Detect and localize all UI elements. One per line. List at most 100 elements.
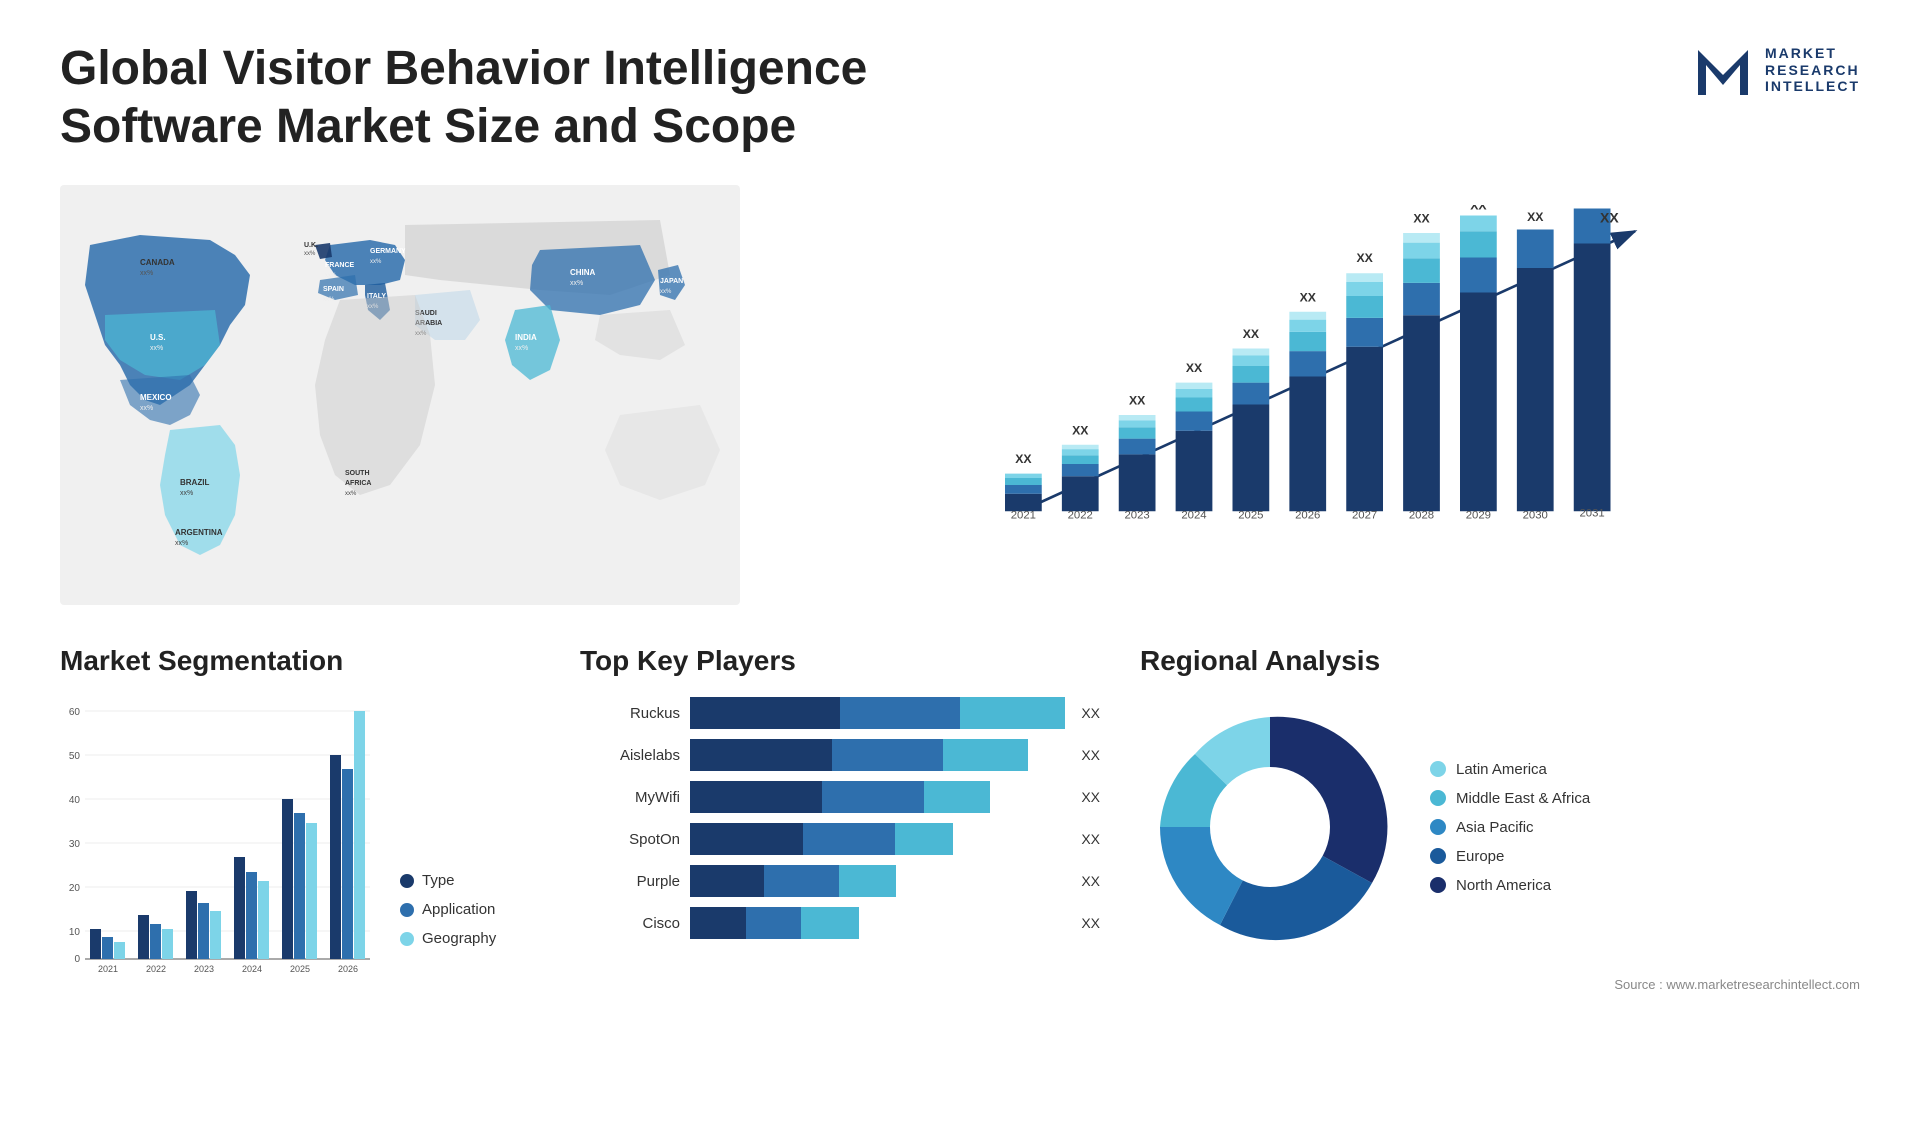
svg-text:XX: XX bbox=[1527, 210, 1544, 224]
player-row: Ruckus XX bbox=[580, 697, 1100, 729]
svg-text:2021: 2021 bbox=[1011, 509, 1036, 521]
source-text: Source : www.marketresearchintellect.com bbox=[1140, 977, 1860, 992]
reg-legend-europe: Europe bbox=[1430, 848, 1590, 865]
player-name: Aislelabs bbox=[580, 747, 680, 764]
svg-text:JAPAN: JAPAN bbox=[660, 278, 683, 285]
reg-legend-mea: Middle East & Africa bbox=[1430, 790, 1590, 807]
svg-text:xx%: xx% bbox=[180, 490, 193, 497]
player-row: Aislelabs XX bbox=[580, 739, 1100, 771]
player-name: Ruckus bbox=[580, 705, 680, 722]
svg-text:2023: 2023 bbox=[1124, 509, 1149, 521]
segmentation-chart: 60 50 40 30 20 10 0 bbox=[60, 697, 380, 977]
reg-label-europe: Europe bbox=[1456, 848, 1504, 865]
reg-dot-mea bbox=[1430, 790, 1446, 806]
svg-text:2029: 2029 bbox=[1466, 509, 1491, 521]
svg-text:60: 60 bbox=[69, 707, 81, 718]
svg-text:XX: XX bbox=[1356, 251, 1373, 265]
reg-dot-latin bbox=[1430, 761, 1446, 777]
reg-dot-europe bbox=[1430, 848, 1446, 864]
svg-text:2024: 2024 bbox=[242, 964, 262, 974]
player-val: XX bbox=[1081, 705, 1100, 721]
player-row: MyWifi XX bbox=[580, 781, 1100, 813]
player-bar-wrap bbox=[690, 865, 1065, 897]
svg-text:FRANCE: FRANCE bbox=[325, 262, 354, 269]
reg-legend-latin: Latin America bbox=[1430, 761, 1590, 778]
svg-text:2026: 2026 bbox=[1295, 509, 1320, 521]
svg-text:U.S.: U.S. bbox=[150, 333, 166, 342]
players-list: Ruckus XX Aislelabs bbox=[580, 697, 1100, 939]
player-bar-wrap bbox=[690, 823, 1065, 855]
segmentation-container: Market Segmentation 60 50 40 30 20 10 0 bbox=[60, 645, 540, 992]
reg-label-na: North America bbox=[1456, 877, 1551, 894]
svg-text:2026: 2026 bbox=[338, 964, 358, 974]
legend-label-type: Type bbox=[422, 872, 455, 889]
player-name: MyWifi bbox=[580, 789, 680, 806]
legend-type: Type bbox=[400, 872, 496, 889]
svg-text:XX: XX bbox=[1243, 327, 1260, 341]
map-container: CANADA xx% U.S. xx% MEXICO xx% BRAZIL xx… bbox=[60, 185, 740, 605]
player-row: SpotOn XX bbox=[580, 823, 1100, 855]
player-name: SpotOn bbox=[580, 831, 680, 848]
bar-chart-container: XX 2021 XX 2022 XX 2023 bbox=[780, 185, 1860, 605]
svg-text:50: 50 bbox=[69, 751, 81, 762]
svg-text:CANADA: CANADA bbox=[140, 258, 175, 267]
svg-text:2022: 2022 bbox=[146, 964, 166, 974]
player-row: Purple XX bbox=[580, 865, 1100, 897]
world-map: CANADA xx% U.S. xx% MEXICO xx% BRAZIL xx… bbox=[60, 185, 740, 605]
svg-text:20: 20 bbox=[69, 883, 81, 894]
logo-area: MARKET RESEARCH INTELLECT bbox=[1693, 40, 1860, 100]
svg-text:AFRICA: AFRICA bbox=[345, 480, 371, 487]
svg-text:xx%: xx% bbox=[660, 289, 672, 295]
svg-text:2027: 2027 bbox=[1352, 509, 1377, 521]
player-bar-wrap bbox=[690, 697, 1065, 729]
svg-text:2022: 2022 bbox=[1068, 509, 1093, 521]
svg-text:xx%: xx% bbox=[515, 345, 528, 352]
svg-text:SPAIN: SPAIN bbox=[323, 286, 344, 293]
svg-text:MEXICO: MEXICO bbox=[140, 393, 172, 402]
svg-text:xx%: xx% bbox=[570, 280, 583, 287]
svg-text:xx%: xx% bbox=[140, 270, 153, 277]
reg-dot-apac bbox=[1430, 819, 1446, 835]
svg-text:xx%: xx% bbox=[370, 259, 382, 265]
svg-text:XX: XX bbox=[1072, 423, 1089, 437]
svg-text:XX: XX bbox=[1413, 212, 1430, 226]
svg-text:BRAZIL: BRAZIL bbox=[180, 478, 209, 487]
reg-label-latin: Latin America bbox=[1456, 761, 1547, 778]
player-val: XX bbox=[1081, 789, 1100, 805]
regional-legend: Latin America Middle East & Africa Asia … bbox=[1430, 761, 1590, 894]
svg-text:2030: 2030 bbox=[1523, 509, 1548, 521]
svg-text:xx%: xx% bbox=[323, 297, 335, 303]
svg-text:U.K.: U.K. bbox=[304, 242, 318, 249]
reg-dot-na bbox=[1430, 877, 1446, 893]
svg-text:2023: 2023 bbox=[194, 964, 214, 974]
player-val: XX bbox=[1081, 873, 1100, 889]
svg-text:ARGENTINA: ARGENTINA bbox=[175, 528, 223, 537]
logo-text: MARKET RESEARCH INTELLECT bbox=[1765, 45, 1860, 95]
legend-dot-type bbox=[400, 874, 414, 888]
logo-box: MARKET RESEARCH INTELLECT bbox=[1693, 40, 1860, 100]
page-container: Global Visitor Behavior Intelligence Sof… bbox=[0, 0, 1920, 1146]
logo-icon bbox=[1693, 40, 1753, 100]
svg-text:XX: XX bbox=[1300, 290, 1317, 304]
reg-legend-apac: Asia Pacific bbox=[1430, 819, 1590, 836]
legend-label-application: Application bbox=[422, 901, 495, 918]
legend-label-geography: Geography bbox=[422, 930, 496, 947]
svg-text:2021: 2021 bbox=[98, 964, 118, 974]
svg-text:XX: XX bbox=[1129, 394, 1146, 408]
player-bar-wrap bbox=[690, 781, 1065, 813]
players-title: Top Key Players bbox=[580, 645, 1100, 677]
svg-text:2028: 2028 bbox=[1409, 509, 1434, 521]
segmentation-title: Market Segmentation bbox=[60, 645, 540, 677]
page-title: Global Visitor Behavior Intelligence Sof… bbox=[60, 40, 960, 155]
segmentation-legend: Type Application Geography bbox=[400, 872, 496, 977]
svg-text:2025: 2025 bbox=[290, 964, 310, 974]
reg-label-apac: Asia Pacific bbox=[1456, 819, 1534, 836]
svg-text:XX: XX bbox=[1470, 205, 1487, 212]
donut-chart bbox=[1140, 697, 1400, 957]
svg-text:XX: XX bbox=[1015, 452, 1032, 466]
player-name: Purple bbox=[580, 873, 680, 890]
svg-text:XX: XX bbox=[1600, 210, 1619, 226]
header: Global Visitor Behavior Intelligence Sof… bbox=[60, 40, 1860, 155]
segmentation-content: 60 50 40 30 20 10 0 bbox=[60, 697, 540, 977]
svg-text:2031: 2031 bbox=[1579, 508, 1604, 520]
